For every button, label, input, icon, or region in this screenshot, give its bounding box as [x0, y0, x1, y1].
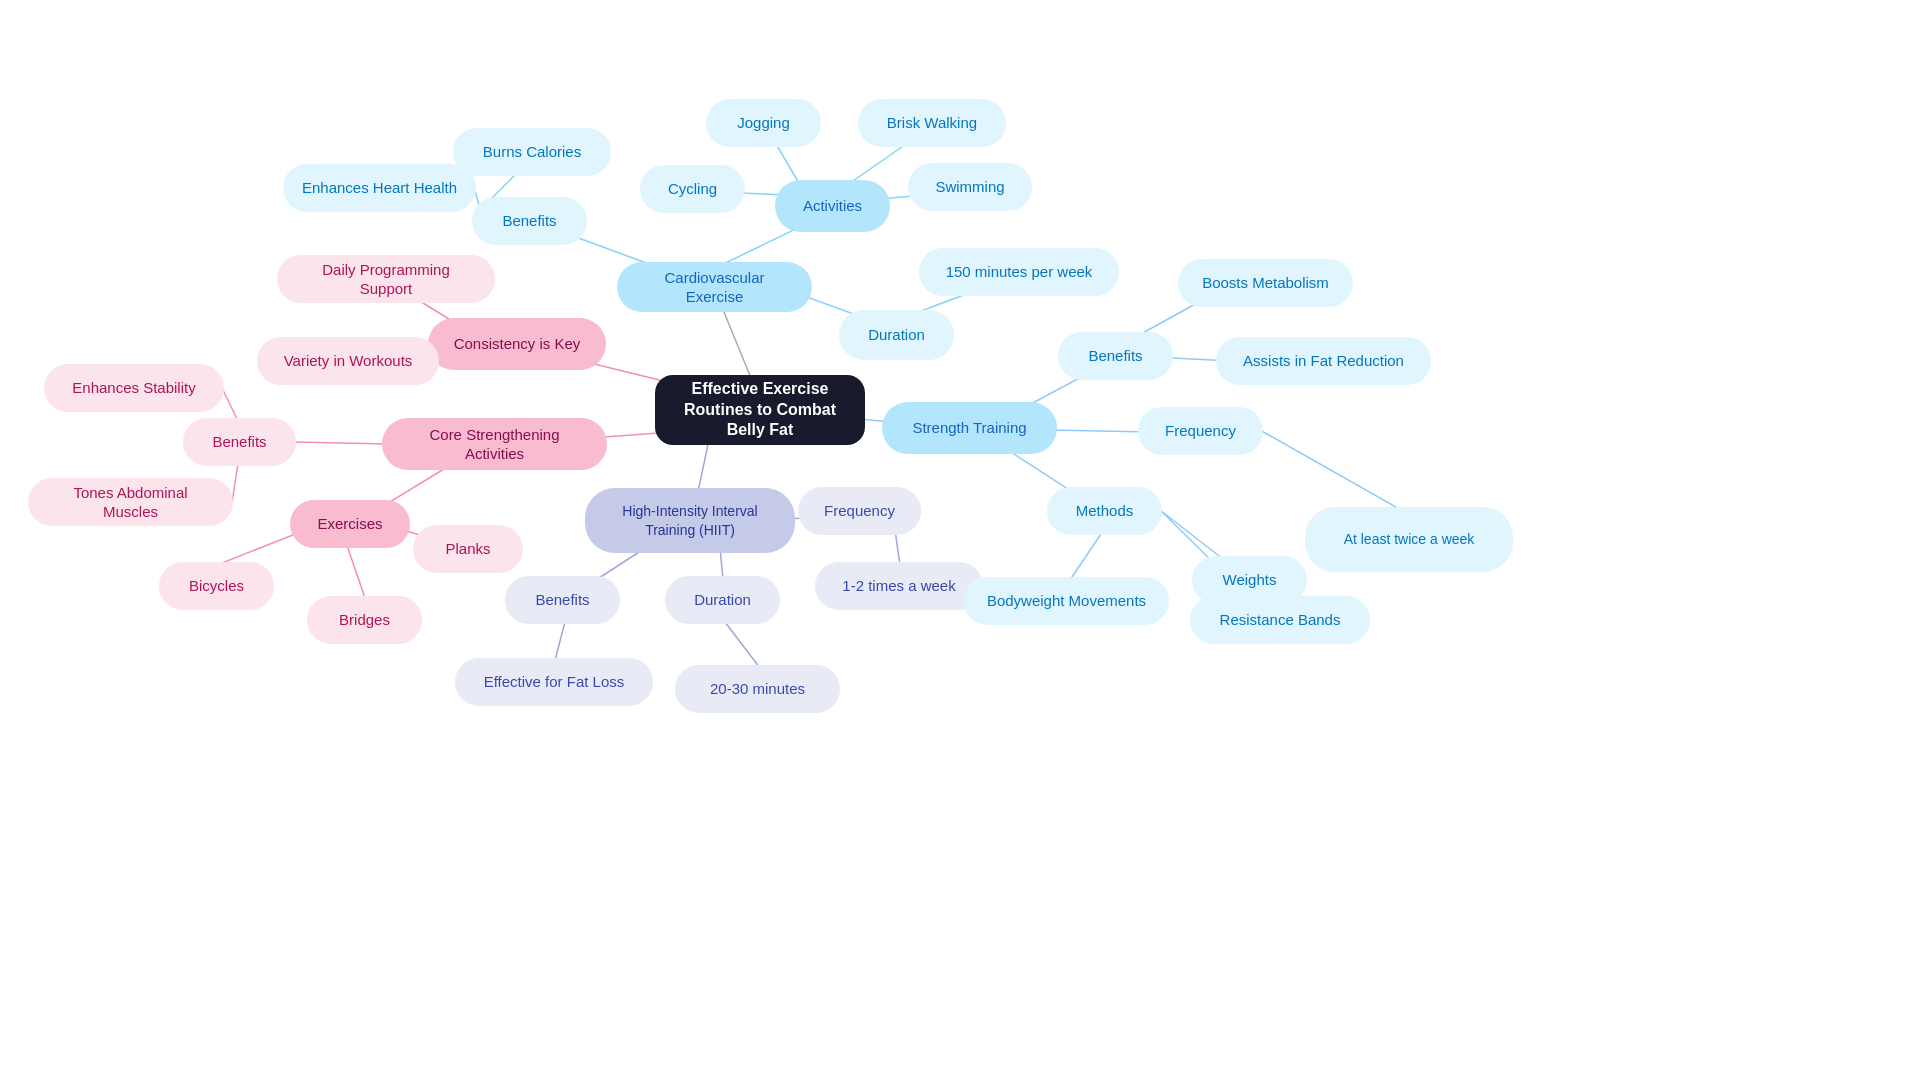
hiit-duration-node: Duration [665, 576, 780, 624]
cycling-node: Cycling [640, 165, 745, 213]
bodyweight-node: Bodyweight Movements [964, 577, 1169, 625]
swimming-node: Swimming [908, 163, 1032, 211]
planks-node: Planks [413, 525, 523, 573]
cardiovascular-node: Cardiovascular Exercise [617, 262, 812, 312]
svg-line-34 [1260, 430, 1410, 515]
1-2times-node: 1-2 times a week [815, 562, 983, 610]
enhances-stability-node: Enhances Stability [44, 364, 224, 412]
activities-node: Activities [775, 180, 890, 232]
svg-line-25 [555, 622, 565, 660]
boosts-metabolism-node: Boosts Metabolism [1178, 259, 1353, 307]
duration-cardio-node: Duration [839, 310, 954, 360]
bicycles-node: Bicycles [159, 562, 274, 610]
brisk-walking-node: Brisk Walking [858, 99, 1006, 147]
weights-node: Weights [1192, 556, 1307, 604]
effective-fat-node: Effective for Fat Loss [455, 658, 653, 706]
150min-node: 150 minutes per week [919, 248, 1119, 296]
center-node: Effective Exercise Routines to Combat Be… [655, 375, 865, 445]
svg-line-29 [895, 530, 900, 565]
cardio-benefits-node: Benefits [472, 197, 587, 245]
consistency-node: Consistency is Key [428, 318, 606, 370]
exercises-node: Exercises [290, 500, 410, 548]
methods-node: Methods [1047, 487, 1162, 535]
bridges-node: Bridges [307, 596, 422, 644]
svg-line-38 [1070, 528, 1105, 580]
burns-calories-node: Burns Calories [453, 128, 611, 176]
20-30min-node: 20-30 minutes [675, 665, 840, 713]
at-least-twice-node: At least twice a week [1305, 507, 1513, 572]
frequency-st-node: Frequency [1138, 407, 1263, 455]
hiit-benefits-node: Benefits [505, 576, 620, 624]
core-benefits-node: Benefits [183, 418, 296, 466]
core-node: Core Strengthening Activities [382, 418, 607, 470]
strength-benefits-node: Benefits [1058, 332, 1173, 380]
tones-abdominal-node: Tones Abdominal Muscles [28, 478, 233, 526]
hiit-node: High-Intensity Interval Training (HIIT) [585, 488, 795, 553]
hiit-freq-node: Frequency [798, 487, 921, 535]
svg-line-27 [725, 622, 760, 668]
jogging-node: Jogging [706, 99, 821, 147]
strength-node: Strength Training [882, 402, 1057, 454]
enhances-heart-node: Enhances Heart Health [283, 164, 476, 212]
assists-fat-node: Assists in Fat Reduction [1216, 337, 1431, 385]
variety-node: Variety in Workouts [257, 337, 439, 385]
daily-prog-node: Daily Programming Support [277, 255, 495, 303]
